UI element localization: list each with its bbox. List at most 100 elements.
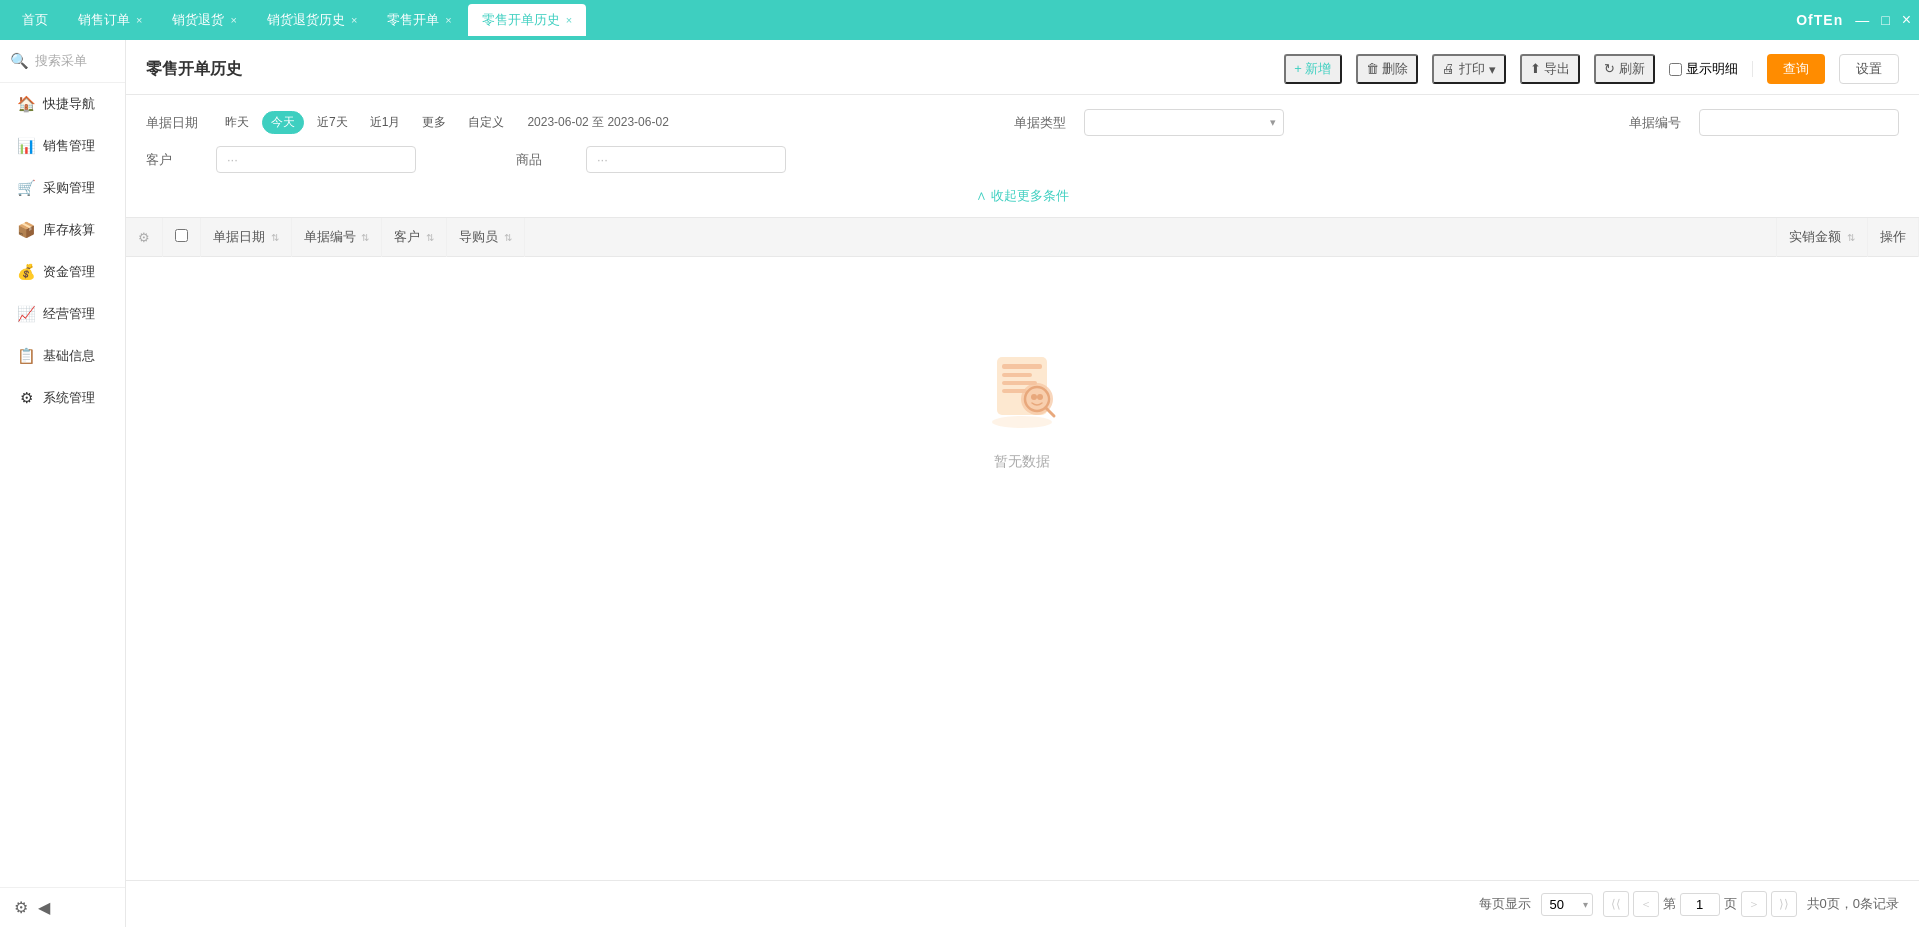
customer-input-wrap[interactable]: ··· (216, 146, 416, 173)
doc-type-label: 单据类型 (1014, 114, 1074, 132)
main-layout: 🔍 搜索采单 🏠快捷导航📊销售管理 🛒 采购管理 📦 库存核算 💰 资金管理 📈经营管理 📋 基础… (0, 40, 1919, 927)
th-date[interactable]: 单据日期 ⇅ (201, 218, 292, 257)
page-title: 零售开单历史 (146, 59, 242, 80)
sidebar-item-资金管理[interactable]: 💰 资金管理 (0, 251, 125, 293)
sidebar-search-label: 搜索采单 (35, 52, 87, 70)
settings-icon: ⚙ (138, 230, 150, 245)
export-button[interactable]: ⬆ 导出 (1520, 54, 1581, 84)
sidebar-label-采购管理: 采购管理 (43, 179, 95, 197)
empty-state-cell: 暂无数据 (126, 257, 1919, 552)
sidebar-icon-库存核算: 📦 (17, 221, 35, 239)
doc-num-input[interactable] (1710, 115, 1888, 130)
sidebar-label-快捷导航: 快捷导航 (43, 95, 95, 113)
select-all-checkbox[interactable] (175, 229, 188, 242)
nav-tab-销货退货[interactable]: 销货退货× (158, 4, 250, 36)
settings-button[interactable]: 设置 (1839, 54, 1899, 84)
th-settings[interactable]: ⚙ (126, 218, 163, 257)
sidebar-label-经营管理: 经营管理 (43, 305, 95, 323)
page-size-select[interactable]: 50 10 20 100 (1541, 893, 1593, 916)
th-operation-label: 操作 (1880, 229, 1906, 244)
nav-tab-销货退货历史[interactable]: 销货退货历史× (253, 4, 371, 36)
nav-tab-零售开单历史[interactable]: 零售开单历史 × (468, 4, 586, 36)
th-amount-label: 实销金额 (1789, 229, 1841, 244)
product-ellipsis: ··· (597, 152, 608, 167)
print-button[interactable]: 🖨 打印 ▾ (1432, 54, 1506, 84)
sidebar-label-基础信息: 基础信息 (43, 347, 95, 365)
sidebar-icon-资金管理: 💰 (17, 263, 35, 281)
nav-tab-label: 零售开单历史 (482, 11, 560, 29)
sidebar-icon-采购管理: 🛒 (17, 179, 35, 197)
th-docnum[interactable]: 单据编号 ⇅ (291, 218, 382, 257)
refresh-button[interactable]: ↻ 刷新 (1594, 54, 1655, 84)
sidebar-item-库存核算[interactable]: 📦 库存核算 (0, 209, 125, 251)
sidebar-search[interactable]: 🔍 搜索采单 (0, 40, 125, 83)
nav-tab-close-icon[interactable]: × (351, 14, 357, 26)
filter-row-1: 单据日期 昨天今天近7天近1月更多自定义 2023-06-02 至 2023-0… (146, 109, 1899, 136)
th-guide[interactable]: 导购员 ⇅ (446, 218, 524, 257)
settings-footer-icon[interactable]: ⚙ (14, 898, 28, 917)
delete-button[interactable]: 🗑 删除 (1356, 54, 1419, 84)
date-btn-近7天[interactable]: 近7天 (308, 111, 357, 134)
sidebar-item-经营管理[interactable]: 📈经营管理 (0, 293, 125, 335)
next-page-btn[interactable]: ＞ (1741, 891, 1767, 917)
sidebar-label-系统管理: 系统管理 (43, 389, 95, 407)
prev-page-btn[interactable]: ＜ (1633, 891, 1659, 917)
doc-type-select-wrap: ▾ (1084, 109, 1284, 136)
show-detail-checkbox-wrap[interactable]: 显示明细 (1669, 60, 1738, 78)
table-area: ⚙ 单据日期 ⇅ 单据编号 ⇅ (126, 218, 1919, 880)
nav-tab-close-icon[interactable]: × (230, 14, 236, 26)
nav-tab-首页[interactable]: 首页 (8, 4, 62, 36)
th-checkbox[interactable] (163, 218, 201, 257)
sidebar-item-快捷导航[interactable]: 🏠快捷导航 (0, 83, 125, 125)
date-btn-近1月[interactable]: 近1月 (361, 111, 410, 134)
date-btn-自定义[interactable]: 自定义 (459, 111, 513, 134)
collapse-button[interactable]: ∧ 收起更多条件 (968, 183, 1077, 209)
print-label: 🖨 打印 (1442, 60, 1485, 78)
product-input-wrap[interactable]: ··· (586, 146, 786, 173)
close-btn[interactable]: × (1902, 11, 1911, 29)
filter-collapse-row: ∧ 收起更多条件 (146, 183, 1899, 209)
sidebar-item-销售管理[interactable]: 📊销售管理 (0, 125, 125, 167)
collapse-sidebar-icon[interactable]: ◀ (38, 898, 50, 917)
sidebar-item-基础信息[interactable]: 📋 基础信息 (0, 335, 125, 377)
window-actions: OfTEn — □ × (1796, 11, 1911, 29)
nav-tab-close-icon[interactable]: × (136, 14, 142, 26)
page-size-label: 每页显示 (1479, 895, 1531, 913)
first-page-btn[interactable]: ⟨⟨ (1603, 891, 1629, 917)
show-detail-label: 显示明细 (1686, 60, 1738, 78)
date-btn-今天[interactable]: 今天 (262, 111, 304, 134)
nav-tab-close-icon[interactable]: × (445, 14, 451, 26)
th-customer-label: 客户 (394, 229, 420, 244)
svg-rect-2 (1002, 364, 1042, 369)
sidebar-item-采购管理[interactable]: 🛒 采购管理 (0, 167, 125, 209)
date-btn-更多[interactable]: 更多 (413, 111, 455, 134)
nav-tab-零售开单[interactable]: 零售开单× (373, 4, 465, 36)
nav-tab-label: 首页 (22, 11, 48, 29)
sidebar-item-系统管理[interactable]: ⚙系统管理 (0, 377, 125, 419)
page-header: 零售开单历史 + 新增 🗑 删除 🖨 打印 ▾ ⬆ 导出 ↻ 刷新 显示明细 查… (126, 40, 1919, 95)
doc-type-select[interactable] (1084, 109, 1284, 136)
header-actions: + 新增 🗑 删除 🖨 打印 ▾ ⬆ 导出 ↻ 刷新 显示明细 查询 设置 (1284, 54, 1899, 84)
date-btn-昨天[interactable]: 昨天 (216, 111, 258, 134)
maximize-btn[interactable]: □ (1881, 12, 1889, 28)
search-icon: 🔍 (10, 52, 29, 70)
date-range: 2023-06-02 至 2023-06-02 (527, 114, 668, 131)
th-amount[interactable]: 实销金额 ⇅ (1777, 218, 1868, 257)
sidebar-icon-基础信息: 📋 (17, 347, 35, 365)
minimize-btn[interactable]: — (1855, 12, 1869, 28)
last-page-btn[interactable]: ⟩⟩ (1771, 891, 1797, 917)
show-detail-checkbox[interactable] (1669, 63, 1682, 76)
query-button[interactable]: 查询 (1767, 54, 1825, 84)
top-nav: 首页销售订单×销货退货×销货退货历史×零售开单× 零售开单历史 × OfTEn — … (0, 0, 1919, 40)
sidebar-label-库存核算: 库存核算 (43, 221, 95, 239)
content-area: 零售开单历史 + 新增 🗑 删除 🖨 打印 ▾ ⬆ 导出 ↻ 刷新 显示明细 查… (126, 40, 1919, 927)
svg-point-0 (992, 416, 1052, 428)
sidebar-label-资金管理: 资金管理 (43, 263, 95, 281)
add-button[interactable]: + 新增 (1284, 54, 1341, 84)
nav-tab-销售订单[interactable]: 销售订单× (64, 4, 156, 36)
svg-point-10 (1037, 394, 1043, 400)
product-label: 商品 (516, 151, 576, 169)
page-number-input[interactable] (1680, 893, 1720, 916)
nav-tab-close-icon[interactable]: × (566, 14, 572, 26)
th-customer[interactable]: 客户 ⇅ (382, 218, 447, 257)
